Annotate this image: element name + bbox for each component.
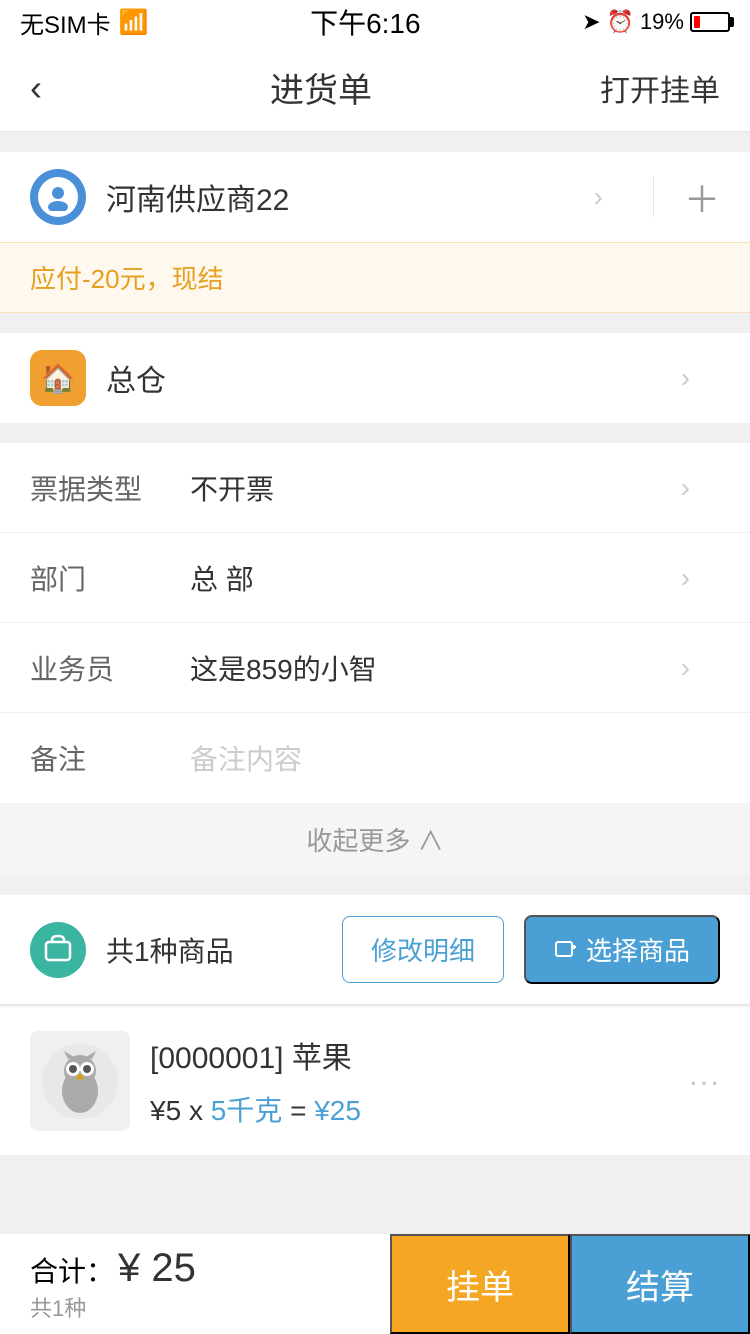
status-right: ➤ ⏰ 19% bbox=[582, 9, 730, 35]
invoice-value: 不开票 bbox=[170, 468, 681, 508]
gap-3 bbox=[0, 423, 750, 443]
bottom-bar: 合计： ¥ 25 共1种 挂单 结算 bbox=[0, 1234, 750, 1334]
product-image bbox=[40, 1041, 120, 1121]
product-code: [0000001] bbox=[150, 1042, 283, 1075]
add-supplier-button[interactable]: ＋ bbox=[684, 171, 720, 223]
note-row[interactable]: 备注 备注内容 bbox=[0, 713, 750, 803]
product-more-button[interactable]: ··· bbox=[688, 1063, 720, 1100]
invoice-label: 票据类型 bbox=[30, 468, 170, 508]
sales-label: 业务员 bbox=[30, 648, 170, 688]
supplier-row[interactable]: 河南供应商22 › ＋ bbox=[0, 152, 750, 242]
nav-bar: ‹ 进货单 打开挂单 bbox=[0, 44, 750, 132]
carrier-text: 无SIM卡 bbox=[20, 5, 111, 40]
select-product-button[interactable]: 选择商品 bbox=[524, 915, 720, 984]
unit-price: ¥5 bbox=[150, 1095, 181, 1126]
supplier-avatar bbox=[30, 169, 86, 225]
product-info: [0000001] 苹果 ¥5 x 5千克 = ¥25 bbox=[150, 1033, 668, 1129]
dept-value: 总 部 bbox=[170, 558, 681, 598]
battery-percent: 19% bbox=[640, 9, 684, 35]
warehouse-row[interactable]: 🏠 总仓 › bbox=[0, 333, 750, 423]
product-name: [0000001] 苹果 bbox=[150, 1033, 668, 1077]
note-placeholder: 备注内容 bbox=[170, 738, 720, 778]
product-divider bbox=[0, 1004, 750, 1005]
note-label: 备注 bbox=[30, 738, 170, 778]
status-bar: 无SIM卡 📶 下午6:16 ➤ ⏰ 19% bbox=[0, 0, 750, 44]
notice-banner: 应付-20元，现结 bbox=[0, 242, 750, 313]
total-section: 合计： ¥ 25 共1种 bbox=[0, 1246, 390, 1323]
status-time: 下午6:16 bbox=[310, 2, 421, 42]
hang-order-button[interactable]: 挂单 bbox=[390, 1234, 570, 1334]
total-label: 合计： bbox=[30, 1250, 114, 1290]
gap-4 bbox=[0, 875, 750, 895]
product-header: 共1种商品 修改明细 选择商品 bbox=[0, 895, 750, 1004]
sales-row[interactable]: 业务员 这是859的小智 › bbox=[0, 623, 750, 713]
cart-icon bbox=[42, 934, 74, 966]
warehouse-section: 🏠 总仓 › bbox=[0, 333, 750, 423]
qty-value: 5千克 bbox=[211, 1095, 283, 1126]
page-title: 进货单 bbox=[270, 63, 372, 112]
supplier-chevron-icon: › bbox=[594, 181, 603, 213]
product-item: [0000001] 苹果 ¥5 x 5千克 = ¥25 ··· bbox=[0, 1007, 750, 1155]
supplier-section: 河南供应商22 › ＋ 应付-20元，现结 bbox=[0, 152, 750, 313]
invoice-chevron-icon: › bbox=[681, 472, 690, 504]
warehouse-name: 总仓 bbox=[106, 356, 681, 400]
supplier-name: 河南供应商22 bbox=[106, 175, 594, 219]
person-icon bbox=[44, 183, 72, 211]
supplier-divider bbox=[653, 177, 654, 217]
back-button[interactable]: ‹ bbox=[30, 67, 42, 109]
product-price: ¥5 x 5千克 = ¥25 bbox=[150, 1089, 668, 1129]
alarm-icon: ⏰ bbox=[607, 9, 634, 35]
product-title: 苹果 bbox=[292, 1042, 352, 1075]
total-count: 共1种 bbox=[30, 1291, 360, 1323]
location-icon: ➤ bbox=[582, 9, 600, 35]
multiply-sign: x bbox=[189, 1095, 211, 1126]
dept-label: 部门 bbox=[30, 558, 170, 598]
form-section: 票据类型 不开票 › 部门 总 部 › 业务员 这是859的小智 › 备注 备注… bbox=[0, 443, 750, 803]
collapse-more-label: 收起更多 ∧ bbox=[306, 821, 443, 858]
battery-icon bbox=[690, 12, 730, 32]
total-amount: ¥ 25 bbox=[118, 1246, 196, 1291]
warehouse-icon: 🏠 bbox=[30, 350, 86, 406]
gap-2 bbox=[0, 313, 750, 333]
dept-row[interactable]: 部门 总 部 › bbox=[0, 533, 750, 623]
open-pending-button[interactable]: 打开挂单 bbox=[600, 66, 720, 110]
select-product-icon bbox=[554, 938, 578, 962]
collapse-more-button[interactable]: 收起更多 ∧ bbox=[0, 803, 750, 875]
equals-sign: = bbox=[290, 1095, 314, 1126]
avatar-inner bbox=[38, 177, 78, 217]
wifi-icon: 📶 bbox=[119, 8, 149, 37]
sales-value: 这是859的小智 bbox=[170, 648, 681, 688]
select-product-label: 选择商品 bbox=[586, 931, 690, 968]
product-count-text: 共1种商品 bbox=[106, 930, 322, 970]
status-left: 无SIM卡 📶 bbox=[20, 5, 149, 40]
warehouse-chevron-icon: › bbox=[681, 362, 690, 394]
sales-chevron-icon: › bbox=[681, 652, 690, 684]
edit-detail-button[interactable]: 修改明细 bbox=[342, 916, 504, 983]
settle-button[interactable]: 结算 bbox=[570, 1234, 750, 1334]
dept-chevron-icon: › bbox=[681, 562, 690, 594]
product-thumbnail bbox=[30, 1031, 130, 1131]
invoice-row[interactable]: 票据类型 不开票 › bbox=[0, 443, 750, 533]
gap-1 bbox=[0, 132, 750, 152]
total-price: ¥25 bbox=[314, 1095, 361, 1126]
product-count-icon bbox=[30, 922, 86, 978]
